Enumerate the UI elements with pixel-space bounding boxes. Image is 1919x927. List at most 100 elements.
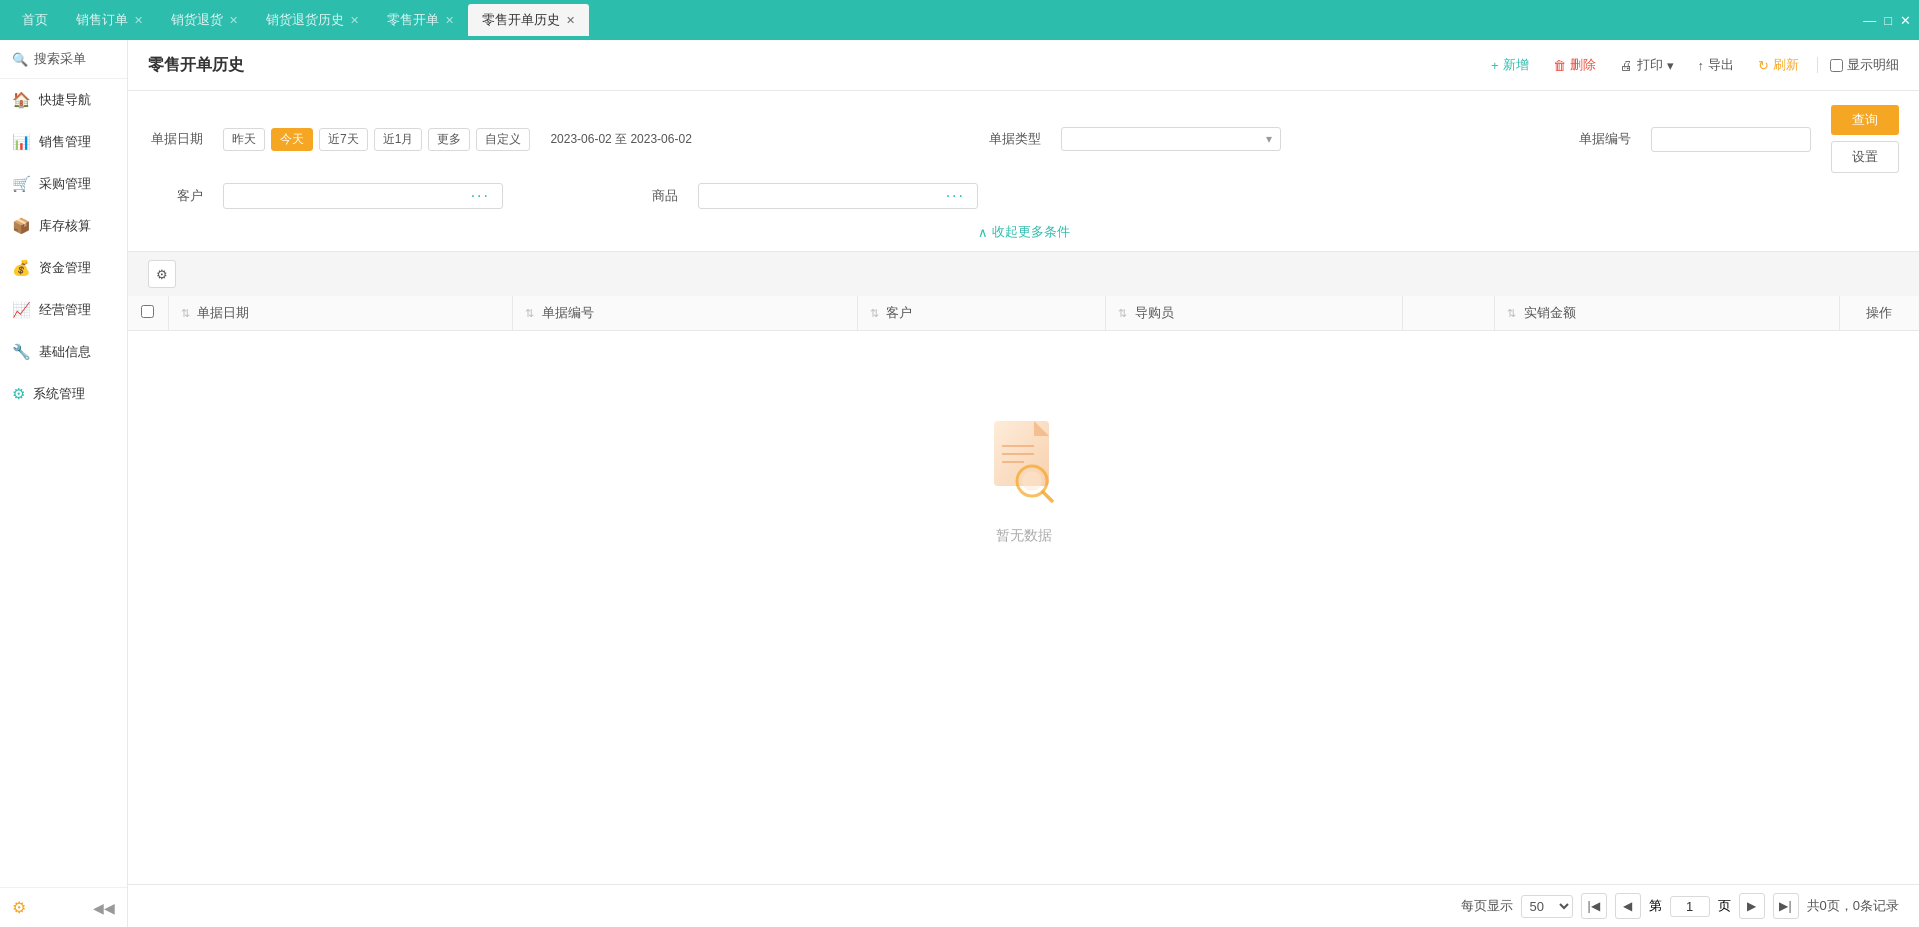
- page-suffix: 页: [1718, 897, 1731, 915]
- type-filter-select[interactable]: ▾: [1061, 127, 1281, 151]
- page-header: 零售开单历史 + 新增 🗑 删除 🖨 打印 ▾ ↑ 导出: [128, 40, 1919, 91]
- prev-page-button[interactable]: ◀: [1615, 893, 1641, 919]
- svg-line-6: [1043, 492, 1052, 501]
- last-page-button[interactable]: ▶|: [1773, 893, 1799, 919]
- tab-bar: 首页 销售订单 ✕ 销货退货 ✕ 销货退货历史 ✕ 零售开单 ✕ 零售开单历史 …: [0, 0, 1919, 40]
- maximize-button[interactable]: □: [1884, 13, 1892, 28]
- divider: [1817, 57, 1818, 73]
- tab-sales-order[interactable]: 销售订单 ✕: [62, 4, 157, 36]
- sidebar-item-finance[interactable]: 💰 资金管理: [0, 247, 127, 289]
- customer-filter-dots[interactable]: ···: [467, 187, 494, 205]
- sidebar-item-system[interactable]: ⚙ 系统管理: [0, 373, 127, 415]
- print-icon: 🖨: [1620, 58, 1633, 73]
- table-settings-button[interactable]: ⚙: [148, 260, 176, 288]
- customer-filter-input[interactable]: ···: [223, 183, 503, 209]
- customer-filter-label: 客户: [148, 187, 203, 205]
- minimize-button[interactable]: —: [1863, 13, 1876, 28]
- collapse-up-icon: ∧: [978, 225, 988, 240]
- close-tab-sales-return[interactable]: ✕: [229, 14, 238, 27]
- close-tab-sales-order[interactable]: ✕: [134, 14, 143, 27]
- content-area: 零售开单历史 + 新增 🗑 删除 🖨 打印 ▾ ↑ 导出: [128, 40, 1919, 927]
- date-filter-label: 单据日期: [148, 130, 203, 148]
- filter-collapse-btn[interactable]: ∧ 收起更多条件: [148, 219, 1899, 241]
- sort-number-icon: ⇅: [525, 307, 534, 319]
- type-filter-label: 单据类型: [986, 130, 1041, 148]
- system-icon: ⚙: [12, 385, 25, 403]
- tab-sales-return-history[interactable]: 销货退货历史 ✕: [252, 4, 373, 36]
- tab-retail-order[interactable]: 零售开单 ✕: [373, 4, 468, 36]
- sidebar-item-inventory[interactable]: 📦 库存核算: [0, 205, 127, 247]
- per-page-select[interactable]: 20 50 100: [1521, 895, 1573, 918]
- select-all-checkbox[interactable]: [141, 305, 154, 318]
- goods-filter-input[interactable]: ···: [698, 183, 978, 209]
- basics-icon: 🔧: [12, 343, 31, 361]
- date-7days[interactable]: 近7天: [319, 128, 368, 151]
- sidebar-item-purchase[interactable]: 🛒 采购管理: [0, 163, 127, 205]
- sidebar-collapse-icon[interactable]: ◀◀: [93, 900, 115, 916]
- first-page-button[interactable]: |◀: [1581, 893, 1607, 919]
- tab-retail-order-history[interactable]: 零售开单历史 ✕: [468, 4, 589, 36]
- th-checkbox[interactable]: [128, 296, 168, 331]
- tab-home[interactable]: 首页: [8, 4, 62, 36]
- delete-icon: 🗑: [1553, 58, 1566, 73]
- date-yesterday[interactable]: 昨天: [223, 128, 265, 151]
- th-amount[interactable]: ⇅ 实销金额: [1494, 296, 1839, 331]
- th-date[interactable]: ⇅ 单据日期: [168, 296, 513, 331]
- th-customer[interactable]: ⇅ 客户: [857, 296, 1106, 331]
- goods-filter-dots[interactable]: ···: [942, 187, 969, 205]
- close-tab-sales-return-history[interactable]: ✕: [350, 14, 359, 27]
- print-dropdown-icon: ▾: [1667, 58, 1674, 73]
- date-1month[interactable]: 近1月: [374, 128, 423, 151]
- next-page-button[interactable]: ▶: [1739, 893, 1765, 919]
- date-custom[interactable]: 自定义: [476, 128, 530, 151]
- table-header: ⇅ 单据日期 ⇅ 单据编号 ⇅ 客户 ⇅ 导购员: [128, 296, 1919, 331]
- tab-sales-return[interactable]: 销货退货 ✕: [157, 4, 252, 36]
- display-detail-checkbox[interactable]: [1830, 59, 1843, 72]
- date-range-text: 2023-06-02 至 2023-06-02: [550, 131, 691, 148]
- display-detail-label[interactable]: 显示明细: [1830, 56, 1899, 74]
- add-button[interactable]: + 新增: [1485, 52, 1535, 78]
- header-actions: + 新增 🗑 删除 🖨 打印 ▾ ↑ 导出 ↻ 刷新: [1485, 52, 1899, 78]
- date-today[interactable]: 今天: [271, 128, 313, 151]
- export-icon: ↑: [1698, 58, 1705, 73]
- table-toolbar: ⚙: [128, 252, 1919, 296]
- table-body: 暂无数据: [128, 331, 1919, 626]
- pagination: 每页显示 20 50 100 |◀ ◀ 第 页 ▶ ▶| 共0页，0条记录: [128, 884, 1919, 927]
- export-button[interactable]: ↑ 导出: [1692, 52, 1741, 78]
- sort-customer-icon: ⇅: [870, 307, 879, 319]
- number-filter-input[interactable]: [1651, 127, 1811, 152]
- sort-guide-icon: ⇅: [1118, 307, 1127, 319]
- add-icon: +: [1491, 58, 1499, 73]
- close-tab-retail-order-history[interactable]: ✕: [566, 14, 575, 27]
- query-button[interactable]: 查询: [1831, 105, 1899, 135]
- empty-illustration: [974, 411, 1074, 511]
- delete-button[interactable]: 🗑 删除: [1547, 52, 1602, 78]
- print-button[interactable]: 🖨 打印 ▾: [1614, 52, 1680, 78]
- filter-settings-button[interactable]: 设置: [1831, 141, 1899, 173]
- svg-point-5: [1022, 471, 1042, 491]
- settings-gear-icon[interactable]: ⚙: [12, 898, 26, 917]
- close-tab-retail-order[interactable]: ✕: [445, 14, 454, 27]
- th-guide[interactable]: ⇅ 导购员: [1106, 296, 1403, 331]
- th-number[interactable]: ⇅ 单据编号: [513, 296, 858, 331]
- date-filter-buttons: 昨天 今天 近7天 近1月 更多 自定义: [223, 128, 530, 151]
- current-page-input[interactable]: [1670, 896, 1710, 917]
- sidebar: 🔍 搜索采单 🏠 快捷导航 📊 销售管理 🛒 采购管理 📦 库存核算 💰 资金管…: [0, 40, 128, 927]
- date-more[interactable]: 更多: [428, 128, 470, 151]
- gear-icon: ⚙: [156, 267, 168, 282]
- sidebar-search[interactable]: 🔍 搜索采单: [0, 40, 127, 79]
- sort-date-icon: ⇅: [181, 307, 190, 319]
- sidebar-item-sales[interactable]: 📊 销售管理: [0, 121, 127, 163]
- empty-text: 暂无数据: [996, 527, 1052, 545]
- close-window-button[interactable]: ✕: [1900, 13, 1911, 28]
- sidebar-item-operations[interactable]: 📈 经营管理: [0, 289, 127, 331]
- sidebar-item-basics[interactable]: 🔧 基础信息: [0, 331, 127, 373]
- filter-row-2: 客户 ··· 商品 ···: [148, 183, 1899, 209]
- refresh-button[interactable]: ↻ 刷新: [1752, 52, 1805, 78]
- sales-icon: 📊: [12, 133, 31, 151]
- th-action: 操作: [1839, 296, 1919, 331]
- table-wrap: ⇅ 单据日期 ⇅ 单据编号 ⇅ 客户 ⇅ 导购员: [128, 296, 1919, 884]
- sidebar-item-shortcuts[interactable]: 🏠 快捷导航: [0, 79, 127, 121]
- search-icon: 🔍: [12, 52, 28, 67]
- home-icon: 🏠: [12, 91, 31, 109]
